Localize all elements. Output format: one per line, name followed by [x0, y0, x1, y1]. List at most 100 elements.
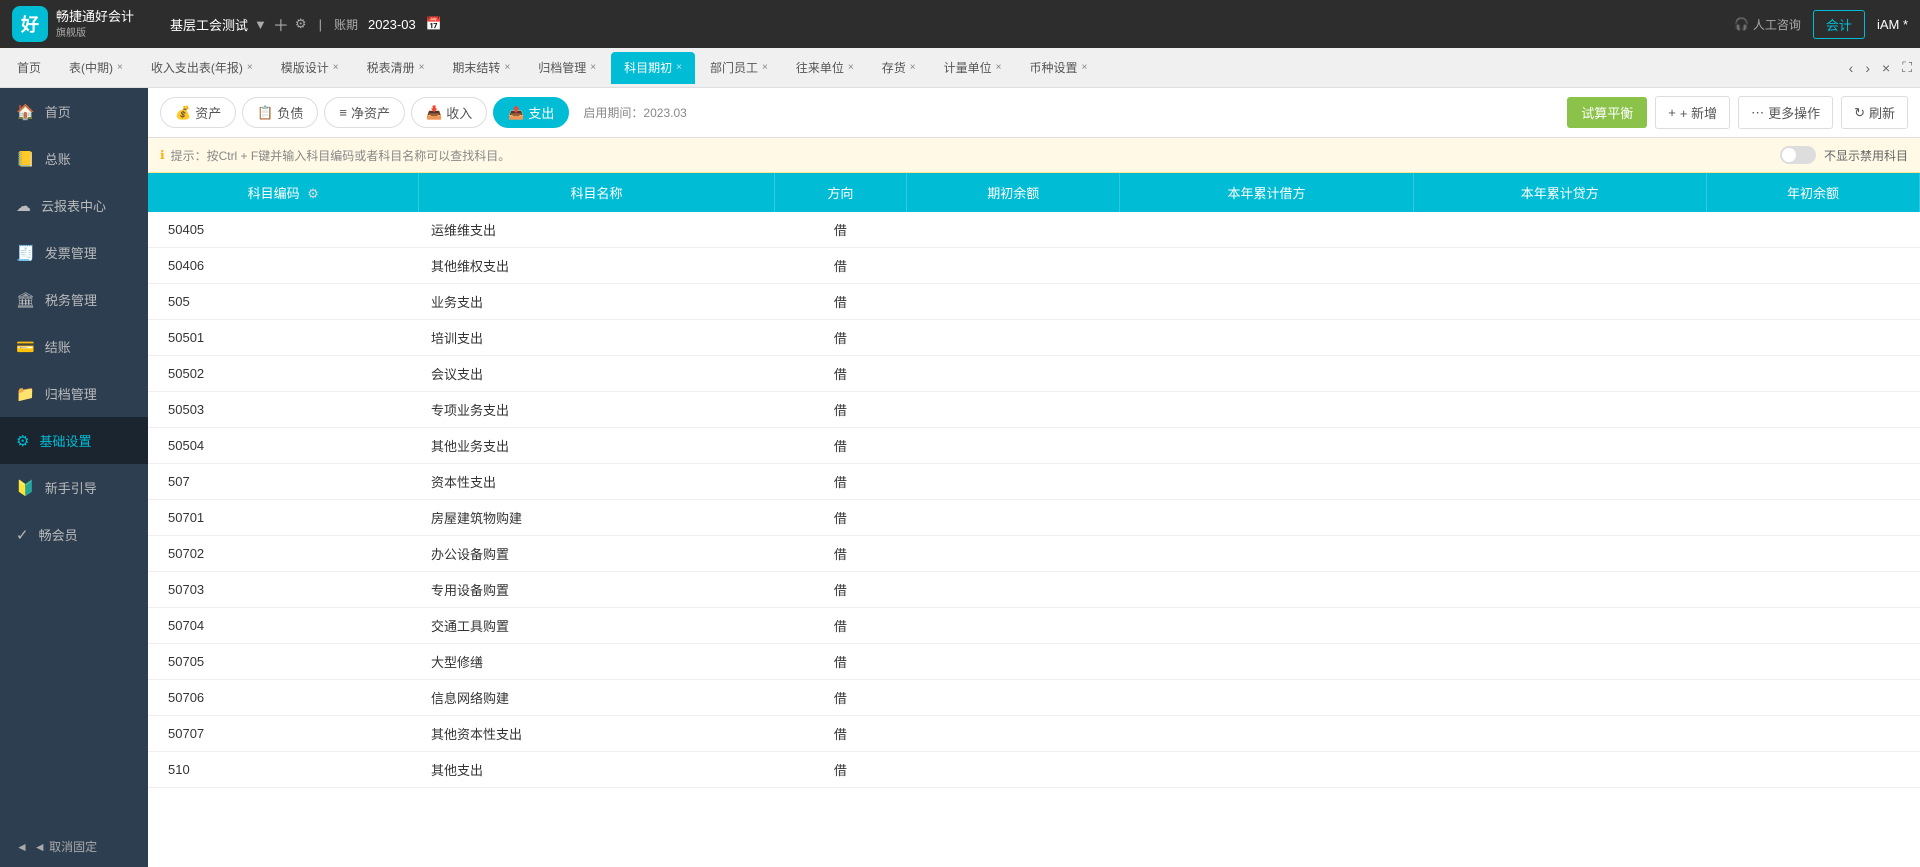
tab-inventory-close[interactable]: ×: [910, 62, 916, 73]
cell-ytd-debit: [1120, 356, 1413, 392]
sub-tab-income[interactable]: 📥 收入: [411, 97, 487, 128]
table-row[interactable]: 510 其他支出 借: [148, 752, 1920, 788]
more-button[interactable]: ⋯ 更多操作: [1738, 96, 1833, 129]
sidebar-item-reports[interactable]: ☁ 云报表中心: [0, 182, 148, 229]
cell-name: 其他支出: [419, 752, 774, 788]
tab-interim-close[interactable]: ×: [117, 62, 123, 73]
sidebar-item-guide[interactable]: 🔰 新手引导: [0, 464, 148, 511]
cell-ytd-credit: [1413, 248, 1706, 284]
tab-tax-close[interactable]: ×: [419, 62, 425, 73]
tab-inventory[interactable]: 存货 ×: [869, 52, 929, 84]
tab-subject-period-close[interactable]: ×: [676, 62, 682, 73]
tax-icon: 🏛: [16, 291, 35, 309]
sub-tab-asset[interactable]: 💰 资产: [160, 97, 236, 128]
table-row[interactable]: 505 业务支出 借: [148, 284, 1920, 320]
table-row[interactable]: 50702 办公设备购置 借: [148, 536, 1920, 572]
sidebar-item-closing[interactable]: 💳 结账: [0, 323, 148, 370]
table-row[interactable]: 50701 房屋建筑物购建 借: [148, 500, 1920, 536]
table-row[interactable]: 50405 运维维支出 借: [148, 212, 1920, 248]
table-row[interactable]: 50504 其他业务支出 借: [148, 428, 1920, 464]
table-row[interactable]: 50502 会议支出 借: [148, 356, 1920, 392]
cell-ytd-credit: [1413, 644, 1706, 680]
tab-expand[interactable]: ⛶: [1898, 57, 1916, 78]
column-settings-icon[interactable]: ⚙: [307, 186, 319, 201]
subject-table: 科目编码 ⚙ 科目名称 方向 期初余额 本年累计借方 本年累计贷方 年初余额 5…: [148, 173, 1920, 788]
cell-ytd-debit: [1120, 752, 1413, 788]
table-row[interactable]: 50703 专用设备购置 借: [148, 572, 1920, 608]
tab-interim[interactable]: 表(中期) ×: [56, 52, 136, 84]
cell-year-opening: [1706, 248, 1919, 284]
iam-label: iAM *: [1877, 17, 1908, 32]
sidebar-archive-label: 归档管理: [45, 384, 97, 403]
tab-income-close[interactable]: ×: [247, 62, 253, 73]
tab-scroll-left[interactable]: ‹: [1845, 58, 1858, 78]
table-row[interactable]: 50707 其他资本性支出 借: [148, 716, 1920, 752]
cell-ytd-credit: [1413, 500, 1706, 536]
tab-unit-close[interactable]: ×: [996, 62, 1002, 73]
hint-right: 不显示禁用科目: [1780, 146, 1908, 164]
tab-scroll-right[interactable]: ›: [1861, 58, 1874, 78]
tab-department[interactable]: 部门员工 ×: [697, 52, 781, 84]
help-label: 人工咨询: [1753, 16, 1801, 33]
add-button[interactable]: + + 新增: [1655, 96, 1730, 129]
tab-template[interactable]: 模版设计 ×: [268, 52, 352, 84]
tab-contacts[interactable]: 往来单位 ×: [783, 52, 867, 84]
tab-period-end-label: 期末结转: [452, 59, 500, 76]
account-button[interactable]: 会计: [1813, 10, 1865, 39]
tab-template-close[interactable]: ×: [333, 62, 339, 73]
tab-currency-close[interactable]: ×: [1081, 62, 1087, 73]
table-row[interactable]: 50406 其他维权支出 借: [148, 248, 1920, 284]
refresh-button[interactable]: ↻ 刷新: [1841, 96, 1908, 129]
tab-period-end[interactable]: 期末结转 ×: [439, 52, 523, 84]
cell-year-opening: [1706, 608, 1919, 644]
disabled-toggle[interactable]: [1780, 146, 1816, 164]
dropdown-icon[interactable]: ▼: [254, 17, 267, 32]
sidebar-item-tax[interactable]: 🏛 税务管理: [0, 276, 148, 323]
cell-ytd-debit: [1120, 536, 1413, 572]
tab-unit[interactable]: 计量单位 ×: [931, 52, 1015, 84]
tab-subject-period[interactable]: 科目期初 ×: [611, 52, 695, 84]
table-row[interactable]: 50706 信息网络购建 借: [148, 680, 1920, 716]
cell-ytd-debit: [1120, 392, 1413, 428]
tab-income[interactable]: 收入支出表(年报) ×: [138, 52, 266, 84]
tab-currency[interactable]: 币种设置 ×: [1016, 52, 1100, 84]
sidebar-collapse-btn[interactable]: ◄ ◄ 取消固定: [0, 826, 148, 867]
tab-department-close[interactable]: ×: [762, 62, 768, 73]
sub-tab-expenditure[interactable]: 📤 支出: [493, 97, 569, 128]
toggle-label: 不显示禁用科目: [1824, 147, 1908, 164]
cell-opening: [907, 500, 1120, 536]
sidebar-item-member[interactable]: ✓ 畅会员: [0, 511, 148, 558]
sidebar-item-invoice[interactable]: 🧾 发票管理: [0, 229, 148, 276]
cell-ytd-credit: [1413, 716, 1706, 752]
sidebar-item-home[interactable]: 🏠 首页: [0, 88, 148, 135]
cell-year-opening: [1706, 212, 1919, 248]
cell-code: 510: [148, 752, 419, 788]
sidebar-item-ledger[interactable]: 📒 总账: [0, 135, 148, 182]
table-row[interactable]: 50501 培训支出 借: [148, 320, 1920, 356]
table-row[interactable]: 50705 大型修缮 借: [148, 644, 1920, 680]
tab-archive[interactable]: 归档管理 ×: [525, 52, 609, 84]
tab-archive-close[interactable]: ×: [590, 62, 596, 73]
tab-period-end-close[interactable]: ×: [504, 62, 510, 73]
table-row[interactable]: 50704 交通工具购置 借: [148, 608, 1920, 644]
table-row[interactable]: 507 资本性支出 借: [148, 464, 1920, 500]
settings-icon[interactable]: ⚙: [295, 16, 307, 32]
cell-year-opening: [1706, 500, 1919, 536]
sub-tab-net-asset[interactable]: ≡ 净资产: [324, 97, 405, 128]
tab-home[interactable]: 首页: [4, 52, 54, 84]
cell-opening: [907, 212, 1120, 248]
th-code: 科目编码 ⚙: [148, 173, 419, 212]
calendar-icon[interactable]: 📅: [426, 16, 442, 32]
tab-tax[interactable]: 税表清册 ×: [354, 52, 438, 84]
balance-button[interactable]: 试算平衡: [1567, 97, 1647, 128]
expenditure-icon: 📤: [508, 105, 524, 121]
sidebar-item-settings[interactable]: ⚙ 基础设置: [0, 417, 148, 464]
tab-close-all[interactable]: ×: [1878, 58, 1894, 78]
tab-contacts-close[interactable]: ×: [848, 62, 854, 73]
add-company-btn[interactable]: ＋: [273, 12, 289, 36]
table-row[interactable]: 50503 专项业务支出 借: [148, 392, 1920, 428]
sub-tab-liability[interactable]: 📋 负债: [242, 97, 318, 128]
sidebar-item-archive[interactable]: 📁 归档管理: [0, 370, 148, 417]
help-button[interactable]: 🎧 人工咨询: [1734, 16, 1801, 33]
net-asset-icon: ≡: [339, 105, 347, 120]
